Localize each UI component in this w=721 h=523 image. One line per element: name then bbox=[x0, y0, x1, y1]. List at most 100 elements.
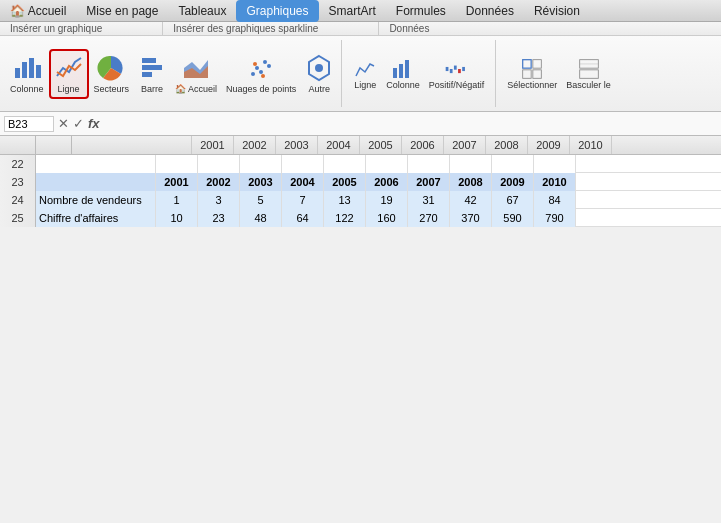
cell-24-2004[interactable]: 7 bbox=[282, 191, 324, 209]
ribbon-sparkline-title: Insérer des graphiques sparkline bbox=[163, 22, 379, 35]
cell-22-1[interactable] bbox=[156, 155, 198, 173]
cell-25-2009[interactable]: 590 bbox=[492, 209, 534, 227]
cell-24-2002[interactable]: 3 bbox=[198, 191, 240, 209]
svg-rect-21 bbox=[446, 66, 449, 70]
cell-24-2006[interactable]: 19 bbox=[366, 191, 408, 209]
cell-24-2005[interactable]: 13 bbox=[324, 191, 366, 209]
cell-22-5[interactable] bbox=[324, 155, 366, 173]
col-header-2003[interactable]: 2003 bbox=[276, 136, 318, 154]
cell-24-2009[interactable]: 67 bbox=[492, 191, 534, 209]
sparkline-colonne-btn[interactable]: Colonne bbox=[383, 56, 423, 92]
house-icon: 🏠 bbox=[10, 4, 25, 18]
sparkline-ligne-btn[interactable]: Ligne bbox=[350, 56, 380, 92]
menu-smartart[interactable]: SmartArt bbox=[319, 0, 386, 22]
cell-25-2003[interactable]: 48 bbox=[240, 209, 282, 227]
row-header-23: 23 bbox=[0, 173, 36, 191]
col-header-2006[interactable]: 2006 bbox=[402, 136, 444, 154]
cell-23-2002[interactable]: 2002 bbox=[198, 173, 240, 191]
svg-point-15 bbox=[261, 74, 265, 78]
cell-25-2010[interactable]: 790 bbox=[534, 209, 576, 227]
cell-24-label[interactable]: Nombre de vendeurs bbox=[36, 191, 156, 209]
menu-accueil[interactable]: 🏠 🏠 AccueilAccueil bbox=[0, 0, 76, 22]
menu-donnees[interactable]: Données bbox=[456, 0, 524, 22]
sparkline-posneg-btn[interactable]: Positif/Négatif bbox=[426, 56, 488, 92]
svg-rect-6 bbox=[142, 72, 152, 77]
cell-24-2001[interactable]: 1 bbox=[156, 191, 198, 209]
cell-23-2007[interactable]: 2007 bbox=[408, 173, 450, 191]
col-header-2001[interactable]: 2001 bbox=[192, 136, 234, 154]
cell-25-2002[interactable]: 23 bbox=[198, 209, 240, 227]
menu-mise-en-page[interactable]: Mise en page bbox=[76, 0, 168, 22]
cell-25-2004[interactable]: 64 bbox=[282, 209, 324, 227]
menu-formules[interactable]: Formules bbox=[386, 0, 456, 22]
cell-22-10[interactable] bbox=[534, 155, 576, 173]
cell-25-2008[interactable]: 370 bbox=[450, 209, 492, 227]
svg-rect-31 bbox=[579, 69, 598, 77]
svg-rect-27 bbox=[533, 59, 541, 67]
ribbon-donnees-title: Données bbox=[379, 22, 439, 35]
cell-24-2010[interactable]: 84 bbox=[534, 191, 576, 209]
chart-ligne-btn[interactable]: Ligne bbox=[49, 49, 89, 99]
col-header-2002[interactable]: 2002 bbox=[234, 136, 276, 154]
table-row: 23 2001 2002 2003 2004 2005 2006 2007 20… bbox=[0, 173, 721, 191]
cell-23-2006[interactable]: 2006 bbox=[366, 173, 408, 191]
svg-rect-19 bbox=[399, 64, 403, 78]
cell-25-2001[interactable]: 10 bbox=[156, 209, 198, 227]
cell-22-4[interactable] bbox=[282, 155, 324, 173]
selectionner-btn[interactable]: Sélectionner bbox=[504, 56, 560, 92]
col-header-2005[interactable]: 2005 bbox=[360, 136, 402, 154]
col-header-2008[interactable]: 2008 bbox=[486, 136, 528, 154]
cell-23-0[interactable] bbox=[36, 173, 156, 191]
svg-rect-29 bbox=[533, 69, 541, 77]
formula-bar: B23 ✕ ✓ fx bbox=[0, 112, 721, 136]
cell-22-2[interactable] bbox=[198, 155, 240, 173]
cell-22-0[interactable] bbox=[36, 155, 156, 173]
chart-secteurs-label: Secteurs bbox=[94, 84, 130, 94]
cell-23-2009[interactable]: 2009 bbox=[492, 173, 534, 191]
cell-23-2010[interactable]: 2010 bbox=[534, 173, 576, 191]
chart-aires-btn[interactable]: 🏠 Accueil bbox=[171, 51, 221, 97]
row-header-24: 24 bbox=[0, 191, 36, 209]
cell-25-2007[interactable]: 270 bbox=[408, 209, 450, 227]
chart-colonne-btn[interactable]: Colonne bbox=[6, 51, 48, 97]
cell-reference[interactable]: B23 bbox=[4, 116, 54, 132]
cell-23-2008[interactable]: 2008 bbox=[450, 173, 492, 191]
chart-secteurs-btn[interactable]: Secteurs bbox=[90, 51, 134, 97]
col-header-blank[interactable] bbox=[72, 136, 192, 154]
cell-23-2004[interactable]: 2004 bbox=[282, 173, 324, 191]
formula-input[interactable] bbox=[104, 118, 717, 130]
basculer-btn[interactable]: Basculer le bbox=[563, 56, 614, 92]
cell-24-2003[interactable]: 5 bbox=[240, 191, 282, 209]
cell-25-label[interactable]: Chiffre d'affaires bbox=[36, 209, 156, 227]
cell-22-3[interactable] bbox=[240, 155, 282, 173]
svg-rect-25 bbox=[463, 66, 466, 70]
cell-25-2006[interactable]: 160 bbox=[366, 209, 408, 227]
row-header-25: 25 bbox=[0, 209, 36, 227]
svg-rect-24 bbox=[459, 69, 462, 73]
chart-barre-label: Barre bbox=[141, 84, 163, 94]
chart-barre-btn[interactable]: Barre bbox=[134, 51, 170, 97]
menu-graphiques[interactable]: Graphiques bbox=[236, 0, 318, 22]
menu-revision[interactable]: Révision bbox=[524, 0, 590, 22]
col-header-2010[interactable]: 2010 bbox=[570, 136, 612, 154]
col-header-2009[interactable]: 2009 bbox=[528, 136, 570, 154]
col-header-2007[interactable]: 2007 bbox=[444, 136, 486, 154]
cell-22-7[interactable] bbox=[408, 155, 450, 173]
chart-autre-btn[interactable]: Autre bbox=[301, 51, 337, 97]
cell-24-2008[interactable]: 42 bbox=[450, 191, 492, 209]
col-header-2004[interactable]: 2004 bbox=[318, 136, 360, 154]
sparkline-colonne-label: Colonne bbox=[386, 80, 420, 90]
cell-22-8[interactable] bbox=[450, 155, 492, 173]
cell-23-2005[interactable]: 2005 bbox=[324, 173, 366, 191]
cell-22-6[interactable] bbox=[366, 155, 408, 173]
cell-22-9[interactable] bbox=[492, 155, 534, 173]
chart-nuages-btn[interactable]: Nuages de points bbox=[222, 51, 300, 97]
cell-25-2005[interactable]: 122 bbox=[324, 209, 366, 227]
menu-tableaux[interactable]: Tableaux bbox=[168, 0, 236, 22]
svg-rect-5 bbox=[142, 65, 162, 70]
cell-23-2001[interactable]: 2001 bbox=[156, 173, 198, 191]
chart-ligne-label: Ligne bbox=[58, 84, 80, 94]
svg-rect-0 bbox=[15, 68, 20, 78]
cell-23-2003[interactable]: 2003 bbox=[240, 173, 282, 191]
cell-24-2007[interactable]: 31 bbox=[408, 191, 450, 209]
